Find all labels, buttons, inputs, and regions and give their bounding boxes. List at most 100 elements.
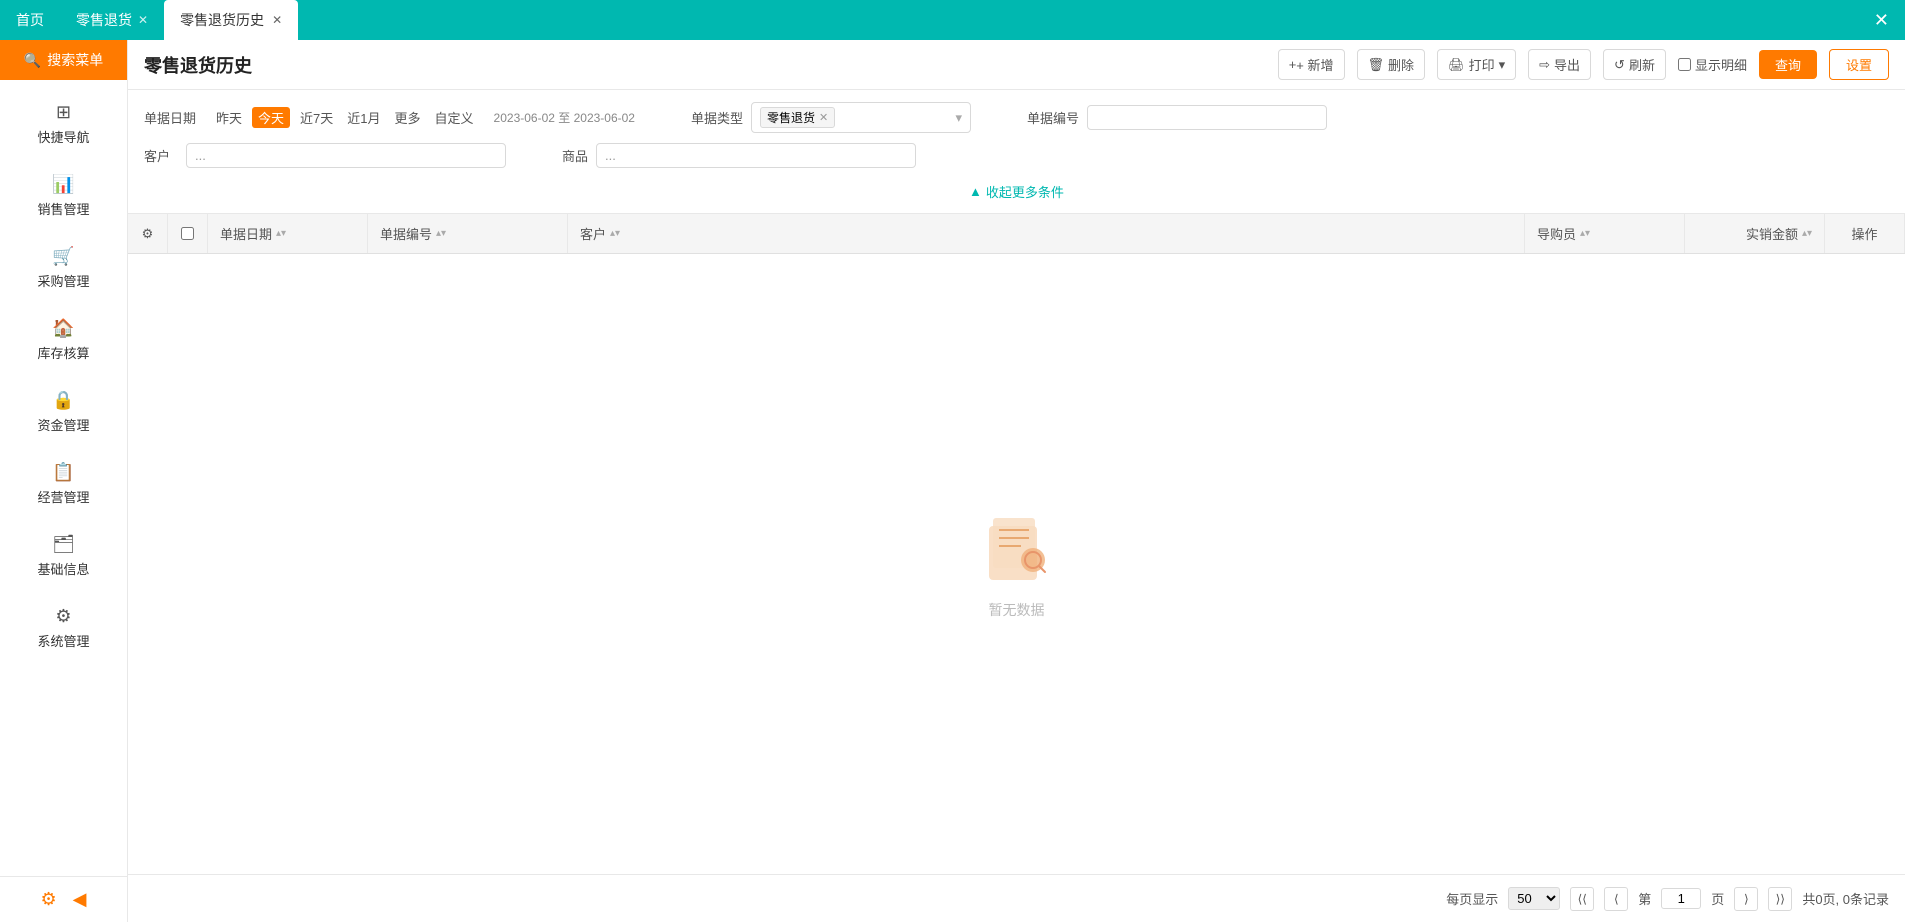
filter-area: 单据日期 昨天 今天 近7天 近1月 更多 自定义 2023-06-02 至 2…	[128, 90, 1905, 214]
date-opt-today[interactable]: 今天	[252, 107, 290, 128]
th-action-label: 操作	[1851, 224, 1877, 243]
bill-type-label: 单据类型	[691, 108, 743, 127]
sidebar-item-purchase-mgmt[interactable]: 🛒 采购管理	[0, 232, 127, 304]
th-billno[interactable]: 单据编号 ▴▾	[368, 214, 568, 253]
sidebar-search[interactable]: 🔍 搜索菜单	[0, 40, 127, 80]
bill-type-tag-text: 零售退货	[767, 109, 815, 126]
page-title: 零售退货历史	[144, 52, 1278, 78]
per-page-label: 每页显示	[1446, 889, 1498, 908]
customer-placeholder: ...	[195, 148, 206, 163]
table-header: ⚙ 单据日期 ▴▾ 单据编号 ▴▾ 客户 ▴▾ 导购员	[128, 214, 1905, 254]
sidebar-item-finance[interactable]: 🔒 资金管理	[0, 376, 127, 448]
date-opt-more[interactable]: 更多	[391, 107, 425, 128]
bill-type-tag: 零售退货 ✕	[760, 107, 835, 128]
delete-button[interactable]: 🗑 删除	[1357, 49, 1426, 80]
date-opt-custom[interactable]: 自定义	[431, 107, 478, 128]
sidebar-item-inventory-label: 库存核算	[37, 343, 89, 362]
collapse-sidebar-icon[interactable]: ◀	[73, 889, 87, 910]
pagination-bar: 每页显示 50 10 20 100 ⟨⟨ ⟨ 第 页 ⟩ ⟩⟩ 共0页, 0条记…	[128, 874, 1905, 922]
bill-type-tag-close[interactable]: ✕	[819, 111, 828, 124]
date-opt-1month[interactable]: 近1月	[343, 107, 384, 128]
sidebar-item-finance-label: 资金管理	[37, 415, 89, 434]
sidebar-item-quick-nav-label: 快捷导航	[37, 127, 89, 146]
search-icon: 🔍	[24, 52, 41, 69]
base-info-icon: 🗂	[52, 534, 75, 555]
total-text: 共0页, 0条记录	[1802, 889, 1889, 908]
sidebar-item-system-mgmt[interactable]: ⚙ 系统管理	[0, 592, 127, 664]
tab-home[interactable]: 首页	[0, 0, 60, 40]
refresh-button[interactable]: ↺ 刷新	[1603, 49, 1666, 80]
goods-label: 商品	[562, 146, 588, 165]
tab-retail-return-history-label: 零售退货历史	[180, 10, 264, 30]
prev-page-button[interactable]: ⟨	[1604, 887, 1628, 911]
quick-nav-icon: ⊞	[56, 102, 71, 123]
th-guide[interactable]: 导购员 ▴▾	[1525, 214, 1685, 253]
th-date-label: 单据日期	[220, 224, 272, 243]
tab-retail-return-label: 零售退货	[76, 10, 132, 30]
amount-sort-icon: ▴▾	[1802, 229, 1812, 239]
table-area: ⚙ 单据日期 ▴▾ 单据编号 ▴▾ 客户 ▴▾ 导购员	[128, 214, 1905, 874]
billno-sort-icon: ▴▾	[436, 229, 446, 239]
page-input[interactable]	[1661, 888, 1701, 909]
next-page-button[interactable]: ⟩	[1734, 887, 1758, 911]
close-window-icon[interactable]: ✕	[1874, 10, 1889, 31]
system-icon: ⚙	[55, 606, 71, 627]
print-button[interactable]: 🖨 打印 ▾	[1437, 49, 1516, 80]
sidebar-item-operations[interactable]: 📋 经营管理	[0, 448, 127, 520]
delete-icon: 🗑	[1368, 57, 1385, 73]
th-gear[interactable]: ⚙	[128, 214, 168, 253]
customer-label: 客户	[144, 146, 170, 165]
th-date[interactable]: 单据日期 ▴▾	[208, 214, 368, 253]
gear-icon[interactable]: ⚙	[142, 226, 154, 242]
filter-row-1: 单据日期 昨天 今天 近7天 近1月 更多 自定义 2023-06-02 至 2…	[144, 102, 1889, 133]
plus-icon: +	[1289, 57, 1297, 72]
export-icon: ⇨	[1539, 57, 1550, 73]
bill-type-dropdown-icon: ▾	[955, 110, 962, 126]
th-amount[interactable]: 实销金额 ▴▾	[1685, 214, 1825, 253]
th-amount-label: 实销金额	[1746, 224, 1798, 243]
tab-retail-return[interactable]: 零售退货 ✕	[60, 0, 164, 40]
sidebar-item-purchase-label: 采购管理	[37, 271, 89, 290]
customer-select[interactable]: ...	[186, 143, 506, 168]
bill-type-select[interactable]: 零售退货 ✕ ▾	[751, 102, 971, 133]
query-button[interactable]: 查询	[1759, 50, 1817, 79]
customer-sort-icon: ▴▾	[610, 229, 620, 239]
sidebar-item-inventory[interactable]: 🏠 库存核算	[0, 304, 127, 376]
sidebar-menu: ⊞ 快捷导航 📊 销售管理 🛒 采购管理 🏠 库存核算 🔒 资金管理 📋	[0, 80, 127, 876]
per-page-select[interactable]: 50 10 20 100	[1508, 887, 1560, 910]
collapse-row: ▲ 收起更多条件	[144, 178, 1889, 201]
setting-button[interactable]: 设置	[1829, 49, 1889, 80]
show-detail-label: 显示明细	[1695, 55, 1747, 74]
select-all-checkbox[interactable]	[181, 227, 194, 240]
th-checkbox[interactable]	[168, 214, 208, 253]
settings-bottom-icon[interactable]: ⚙	[41, 889, 57, 910]
sidebar-item-quick-nav[interactable]: ⊞ 快捷导航	[0, 88, 127, 160]
tab-retail-return-history[interactable]: 零售退货历史 ✕	[164, 0, 298, 40]
last-page-button[interactable]: ⟩⟩	[1768, 887, 1792, 911]
inventory-icon: 🏠	[52, 318, 74, 339]
new-button[interactable]: + + 新增	[1278, 49, 1345, 80]
goods-select[interactable]: ...	[596, 143, 916, 168]
page-label: 第	[1638, 889, 1651, 908]
date-opt-yesterday[interactable]: 昨天	[212, 107, 246, 128]
export-button[interactable]: ⇨ 导出	[1528, 49, 1591, 80]
sidebar-search-label: 搜索菜单	[47, 50, 103, 70]
show-detail-checkbox[interactable]: 显示明细	[1678, 55, 1747, 74]
tab-retail-return-history-close[interactable]: ✕	[272, 13, 282, 27]
tab-retail-return-close[interactable]: ✕	[138, 13, 148, 27]
tab-bar: 首页 零售退货 ✕ 零售退货历史 ✕ ✕	[0, 0, 1905, 40]
sidebar-bottom: ⚙ ◀	[0, 876, 127, 922]
collapse-button[interactable]: ▲ 收起更多条件	[957, 182, 1077, 201]
th-customer[interactable]: 客户 ▴▾	[568, 214, 1525, 253]
collapse-icon: ▲	[969, 184, 982, 199]
sidebar-item-sales-mgmt[interactable]: 📊 销售管理	[0, 160, 127, 232]
first-page-button[interactable]: ⟨⟨	[1570, 887, 1594, 911]
page-header: 零售退货历史 + + 新增 🗑 删除 🖨 打印 ▾ ⇨ 导出	[128, 40, 1905, 90]
finance-icon: 🔒	[52, 390, 74, 411]
tab-home-label: 首页	[16, 10, 44, 30]
sidebar-item-base-info[interactable]: 🗂 基础信息	[0, 520, 127, 592]
show-detail-input[interactable]	[1678, 58, 1691, 71]
guide-sort-icon: ▴▾	[1580, 229, 1590, 239]
date-opt-7days[interactable]: 近7天	[296, 107, 337, 128]
bill-no-input[interactable]	[1087, 105, 1327, 130]
